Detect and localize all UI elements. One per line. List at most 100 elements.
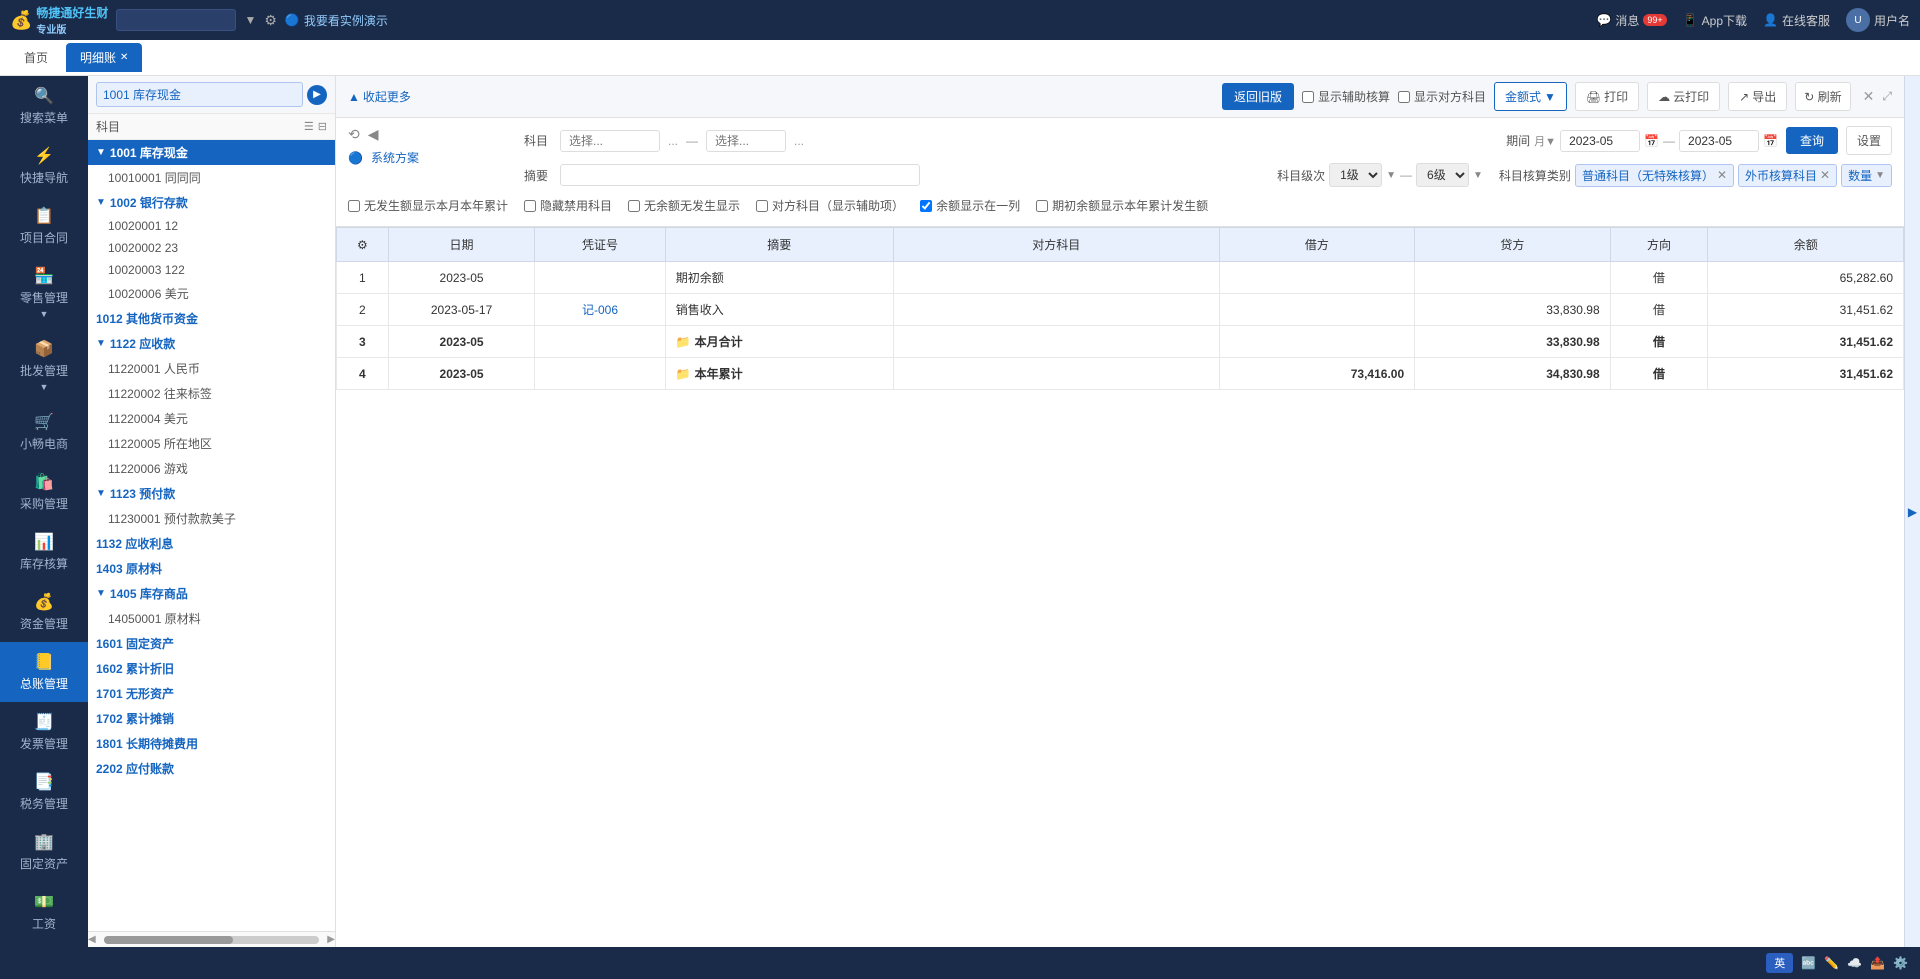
tree-item-1001[interactable]: ▼ 1001 库存现金 (88, 140, 335, 165)
settings-button[interactable]: 设置 (1846, 126, 1892, 155)
tree-item-11220002[interactable]: 11220002 往来标签 (88, 381, 335, 406)
category-tag2-close-icon[interactable]: ✕ (1820, 168, 1830, 182)
tree-item-14050001[interactable]: 14050001 原材料 (88, 606, 335, 631)
sidebar-item-ledger[interactable]: 📒 总账管理 (0, 642, 88, 702)
scheme-label[interactable]: 系统方案 (371, 149, 419, 166)
tab-detail[interactable]: 明细账 ✕ (66, 43, 142, 72)
panel-expand-button[interactable]: ⤢ (1882, 89, 1892, 104)
tree-item-1602[interactable]: 1602 累计折旧 (88, 656, 335, 681)
sidebar-item-tax[interactable]: 📑 税务管理 (0, 762, 88, 822)
period-end-input[interactable] (1679, 130, 1759, 152)
refresh-button[interactable]: ↻ 刷新 (1795, 82, 1850, 111)
bottom-icon-5[interactable]: ⚙️ (1893, 956, 1908, 970)
scroll-right-button[interactable]: ▶ (327, 934, 335, 945)
summary-input[interactable] (560, 164, 920, 186)
voucher-link[interactable]: 记-006 (582, 303, 618, 317)
quantity-dropdown-icon[interactable]: ▼ (1875, 170, 1885, 181)
level-end-dropdown[interactable]: ▼ (1473, 170, 1483, 181)
checkbox-opposite-subject-input[interactable] (756, 200, 768, 212)
message-button[interactable]: 💬 消息 99+ (1596, 12, 1666, 29)
scroll-left-button[interactable]: ◀ (88, 934, 96, 945)
sidebar-item-retail[interactable]: 🏪 零售管理 ▼ (0, 256, 88, 329)
sidebar-item-ecommerce[interactable]: 🛒 小畅电商 (0, 402, 88, 462)
level-start-select[interactable]: 1级2级3级 (1329, 163, 1382, 187)
subject-dots2-icon[interactable]: ... (794, 134, 804, 148)
checkbox-opening-balance-input[interactable] (1036, 200, 1048, 212)
sidebar-item-finance[interactable]: 💰 资金管理 (0, 582, 88, 642)
tree-item-10020001[interactable]: 10020001 12 (88, 215, 335, 237)
subject-selector[interactable]: 1001 库存现金 (96, 82, 303, 107)
topbar-gear-icon[interactable]: ⚙ (264, 12, 277, 29)
tree-item-1132[interactable]: 1132 应收利息 (88, 531, 335, 556)
format-button[interactable]: 金额式 ▼ (1494, 82, 1567, 111)
period-start-cal-icon[interactable]: 📅 (1644, 134, 1659, 148)
col-gear[interactable]: ⚙ (337, 228, 389, 262)
tree-item-11220004[interactable]: 11220004 美元 (88, 406, 335, 431)
sidebar-item-inventory[interactable]: 📊 库存核算 (0, 522, 88, 582)
bottom-icon-2[interactable]: ✏️ (1824, 956, 1839, 970)
period-start-input[interactable] (1560, 130, 1640, 152)
print-button[interactable]: 🖨 打印 (1575, 82, 1639, 111)
checkbox-balance-one-col[interactable]: 余额显示在一列 (920, 197, 1020, 214)
tree-item-11230001[interactable]: 11230001 预付款款美子 (88, 506, 335, 531)
tree-item-10020006[interactable]: 10020006 美元 (88, 281, 335, 306)
subject-nav-arrow[interactable]: ▶ (307, 85, 327, 105)
sidebar-item-purchase[interactable]: 🛍️ 采购管理 (0, 462, 88, 522)
tree-item-10010001[interactable]: 10010001 同同同 (88, 165, 335, 190)
query-button[interactable]: 查询 (1786, 127, 1838, 154)
checkbox-opening-balance[interactable]: 期初余额显示本年累计发生额 (1036, 197, 1208, 214)
tree-item-1702[interactable]: 1702 累计摊销 (88, 706, 335, 731)
tree-item-1701[interactable]: 1701 无形资产 (88, 681, 335, 706)
tree-item-1123[interactable]: ▼ 1123 预付款 (88, 481, 335, 506)
filter-left-arrow-icon[interactable]: ◀ (368, 126, 379, 143)
tree-item-1122[interactable]: ▼ 1122 应收款 (88, 331, 335, 356)
sidebar-item-wholesale[interactable]: 📦 批发管理 ▼ (0, 329, 88, 402)
level-end-select[interactable]: 6级5级4级 (1416, 163, 1469, 187)
checkbox-no-amount-input[interactable] (348, 200, 360, 212)
subject-filter-input[interactable] (560, 130, 660, 152)
quantity-tag[interactable]: 数量 ▼ (1841, 164, 1892, 187)
tree-item-11220006[interactable]: 11220006 游戏 (88, 456, 335, 481)
tree-item-2202[interactable]: 2202 应付账款 (88, 756, 335, 781)
show-subject-input[interactable] (1398, 91, 1410, 103)
export-button[interactable]: ↗ 导出 (1728, 82, 1787, 111)
tree-item-1801[interactable]: 1801 长期待摊费用 (88, 731, 335, 756)
sidebar-item-salary[interactable]: 💵 工资 (0, 882, 88, 942)
show-aux-checkbox[interactable]: 显示辅助核算 (1302, 88, 1390, 105)
bottom-icon-1[interactable]: 🔤 (1801, 956, 1816, 970)
tree-item-10020003[interactable]: 10020003 122 (88, 259, 335, 281)
sidebar-item-quick[interactable]: ⚡ 快捷导航 (0, 136, 88, 196)
subject-filter-input2[interactable] (706, 130, 786, 152)
tree-item-1601[interactable]: 1601 固定资产 (88, 631, 335, 656)
sidebar-item-invoice[interactable]: 🧾 发票管理 (0, 702, 88, 762)
sidebar-item-search[interactable]: 🔍 搜索菜单 (0, 76, 88, 136)
back-button[interactable]: 返回旧版 (1222, 83, 1294, 110)
collapse-button[interactable]: ▲ 收起更多 (348, 88, 411, 105)
panel-close-button[interactable]: ✕ (1863, 88, 1875, 105)
checkbox-no-balance[interactable]: 无余额无发生显示 (628, 197, 740, 214)
show-subject-checkbox[interactable]: 显示对方科目 (1398, 88, 1486, 105)
tree-list-icon[interactable]: ☰ (304, 120, 314, 133)
tab-home[interactable]: 首页 (10, 43, 62, 72)
tree-collapse-icon[interactable]: ⊟ (318, 120, 327, 133)
sidebar-item-project[interactable]: 📋 项目合同 (0, 196, 88, 256)
tree-item-1002[interactable]: ▼ 1002 银行存款 (88, 190, 335, 215)
right-collapse-panel[interactable]: ▶ (1904, 76, 1920, 947)
category-tag1-close-icon[interactable]: ✕ (1717, 168, 1727, 182)
period-type-icon[interactable]: 月▼ (1534, 133, 1556, 149)
period-end-cal-icon[interactable]: 📅 (1763, 134, 1778, 148)
tree-item-11220005[interactable]: 11220005 所在地区 (88, 431, 335, 456)
filter-query-icon[interactable]: ⟲ (348, 126, 360, 143)
row2-voucher[interactable]: 记-006 (535, 294, 665, 326)
tree-item-1405[interactable]: ▼ 1405 库存商品 (88, 581, 335, 606)
topbar-dropdown-icon[interactable]: ▼ (244, 13, 256, 27)
checkbox-hide-disabled[interactable]: 隐藏禁用科目 (524, 197, 612, 214)
lang-button[interactable]: 英 (1766, 953, 1793, 973)
cloud-print-button[interactable]: ☁ 云打印 (1647, 82, 1720, 111)
tree-item-1403[interactable]: 1403 原材料 (88, 556, 335, 581)
level-start-dropdown[interactable]: ▼ (1386, 170, 1396, 181)
checkbox-balance-one-col-input[interactable] (920, 200, 932, 212)
checkbox-opposite-subject[interactable]: 对方科目（显示辅助项） (756, 197, 904, 214)
checkbox-no-amount[interactable]: 无发生额显示本月本年累计 (348, 197, 508, 214)
tree-item-1012[interactable]: 1012 其他货币资金 (88, 306, 335, 331)
